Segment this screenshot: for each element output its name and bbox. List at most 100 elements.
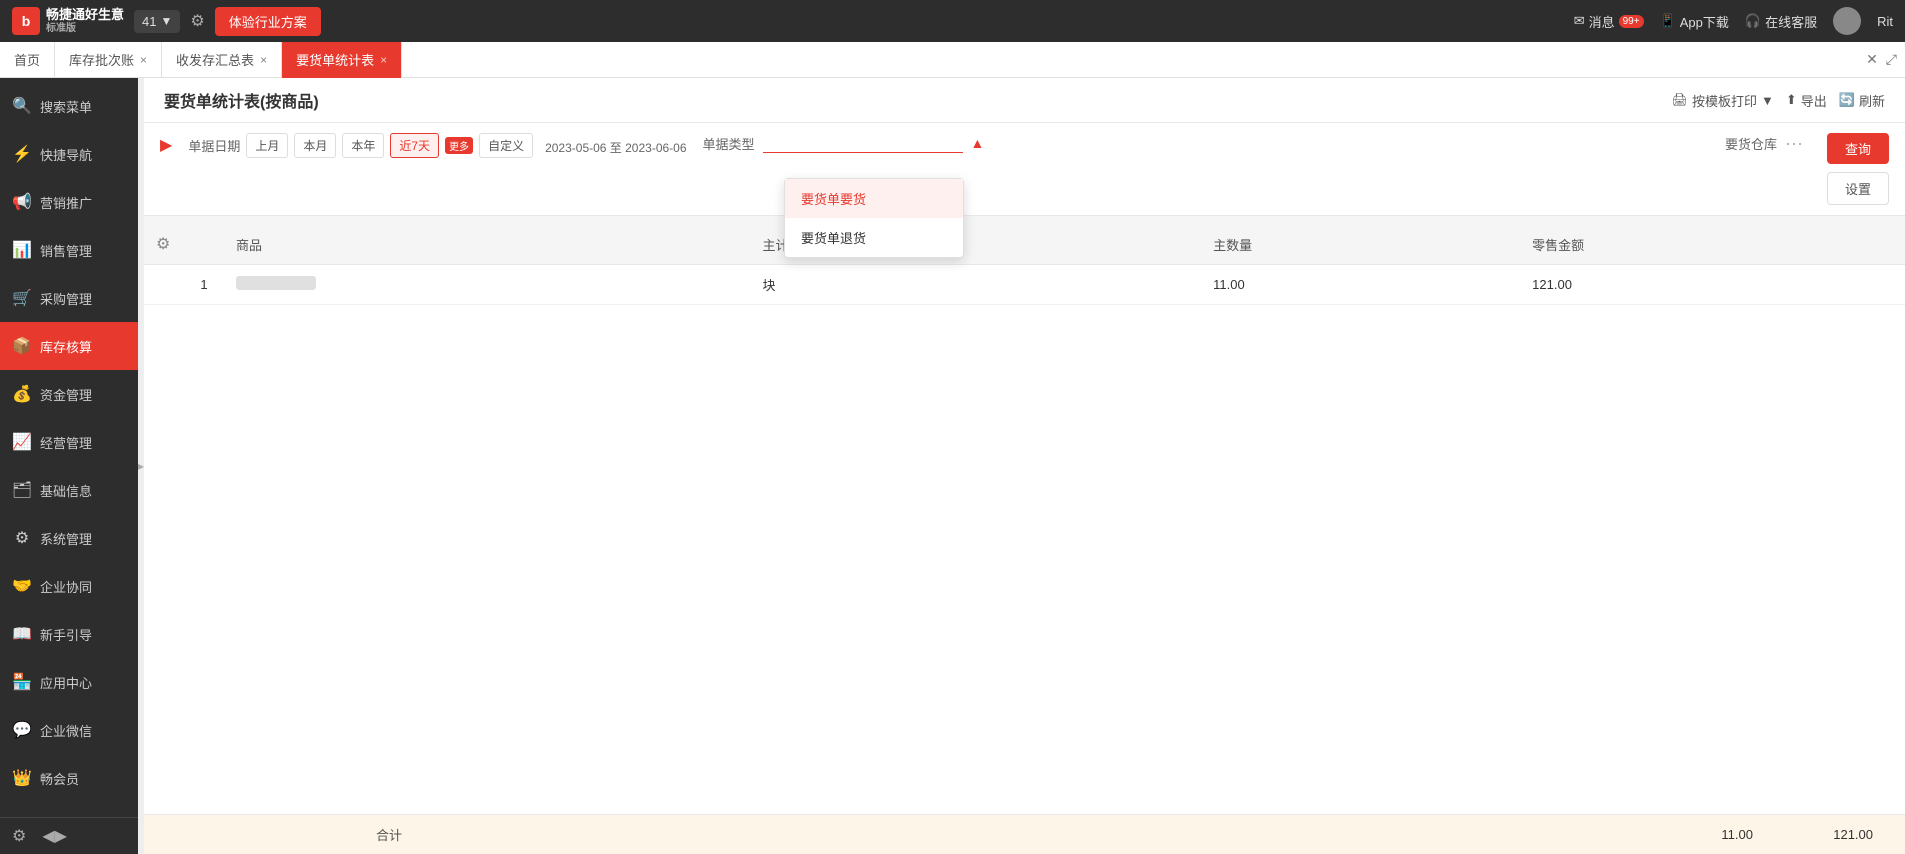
messages-item[interactable]: ✉ 消息 99+	[1574, 12, 1644, 31]
dropdown-item-return-label: 要货单退货	[801, 231, 866, 246]
vip-icon: 👑	[12, 768, 32, 788]
chevron-down-icon: ▼	[160, 14, 172, 28]
sidebar-item-collab-label: 企业协同	[40, 577, 92, 596]
date-btn-last-month[interactable]: 上月	[246, 133, 288, 158]
sidebar-item-marketing-label: 营销推广	[40, 193, 92, 212]
sidebar-item-inventory-label: 库存核算	[40, 337, 92, 356]
sidebar-item-wechat[interactable]: 💬 企业微信	[0, 706, 138, 754]
settings-icon[interactable]: ⚙	[190, 11, 204, 31]
tab-summary[interactable]: 收发存汇总表 ×	[162, 42, 282, 78]
sidebar-item-search[interactable]: 🔍 搜索菜单	[0, 82, 138, 130]
sidebar-item-operations[interactable]: 📈 经营管理	[0, 418, 138, 466]
filter-expand-button[interactable]: ▶	[160, 135, 172, 155]
table-body: 1 块 11.00 121.00	[144, 265, 1905, 305]
sidebar-item-vip[interactable]: 👑 畅会员	[0, 754, 138, 802]
refresh-label: 刷新	[1859, 91, 1885, 110]
export-icon: ⬆	[1786, 92, 1797, 108]
logo-area: b 畅捷通好生意 标准版	[12, 7, 124, 35]
appstore-icon: 🏪	[12, 672, 32, 692]
table-footer: 合计 11.00 121.00	[144, 814, 1905, 854]
goods-placeholder	[236, 276, 316, 290]
row-unit: 块	[751, 265, 1202, 305]
sidebar-item-finance[interactable]: 💰 资金管理	[0, 370, 138, 418]
trial-button[interactable]: 体验行业方案	[215, 7, 321, 36]
app-title: 畅捷通好生意	[46, 7, 124, 23]
messages-badge: 99+	[1619, 15, 1644, 28]
sidebar-item-appstore[interactable]: 🏪 应用中心	[0, 658, 138, 706]
query-button[interactable]: 查询	[1827, 133, 1889, 164]
sidebar-item-wechat-label: 企业微信	[40, 721, 92, 740]
date-btn-this-year[interactable]: 本年	[342, 133, 384, 158]
tab-close-inventory-batch[interactable]: ×	[140, 53, 147, 67]
date-btn-custom[interactable]: 自定义	[479, 133, 533, 158]
sidebar-collapse-icon[interactable]: ◀▶	[42, 826, 67, 846]
wechat-icon: 💬	[12, 720, 32, 740]
sidebar-item-sales[interactable]: 📊 销售管理	[0, 226, 138, 274]
type-chevron-up-icon[interactable]: ▲	[971, 135, 985, 151]
tab-close-order-stats[interactable]: ×	[380, 53, 387, 67]
inventory-icon: 📦	[12, 336, 32, 356]
sidebar-item-quicknav[interactable]: ⚡ 快捷导航	[0, 130, 138, 178]
footer-amount-total: 121.00	[1813, 827, 1893, 842]
tab-home-label: 首页	[14, 50, 40, 69]
sidebar-settings-icon[interactable]: ⚙	[12, 826, 26, 846]
dropdown-item-return[interactable]: 要货单退货	[785, 218, 963, 257]
main-layout: 🔍 搜索菜单 ⚡ 快捷导航 📢 营销推广 📊 销售管理 🛒 采购管理	[0, 78, 1905, 854]
tab-home[interactable]: 首页	[0, 42, 55, 78]
dropdown-item-order[interactable]: 要货单要货	[785, 179, 963, 218]
tab-controls: ✕ ⤢	[1866, 51, 1905, 68]
online-service-label: 在线客服	[1765, 12, 1817, 31]
date-range-text: 2023-05-06 至 2023-06-06	[545, 139, 686, 156]
sidebar-item-marketing[interactable]: 📢 营销推广	[0, 178, 138, 226]
sidebar-item-basic-info-label: 基础信息	[40, 481, 92, 500]
tab-inventory-batch[interactable]: 库存批次账 ×	[55, 42, 162, 78]
app-download-label: App下载	[1680, 12, 1729, 31]
col-settings-icon[interactable]: ⚙	[156, 236, 170, 253]
tab-expand-icon[interactable]: ⤢	[1886, 51, 1897, 68]
sidebar-item-sales-label: 销售管理	[40, 241, 92, 260]
tab-inventory-batch-label: 库存批次账	[69, 50, 134, 69]
refresh-button[interactable]: 🔄 刷新	[1839, 91, 1885, 110]
dropdown-item-order-label: 要货单要货	[801, 192, 866, 207]
logo-icon: b	[12, 7, 40, 35]
store-selector[interactable]: 41 ▼	[134, 10, 180, 33]
print-button[interactable]: 🖨 按模板打印 ▼	[1671, 91, 1773, 110]
operations-icon: 📈	[12, 432, 32, 452]
date-filter-label: 单据日期	[188, 136, 240, 155]
avatar[interactable]	[1833, 7, 1861, 35]
col-goods: 商品	[224, 224, 751, 265]
sidebar-item-basic-info[interactable]: 🗂 基础信息	[0, 466, 138, 514]
app-download-item[interactable]: 📱 App下载	[1660, 12, 1729, 31]
sidebar-item-guide[interactable]: 📖 新手引导	[0, 610, 138, 658]
online-service-item[interactable]: 🎧 在线客服	[1745, 12, 1817, 31]
row-settings	[144, 265, 184, 305]
sidebar-wrapper: 🔍 搜索菜单 ⚡ 快捷导航 📢 营销推广 📊 销售管理 🛒 采购管理	[0, 78, 144, 854]
tab-close-all-icon[interactable]: ✕	[1866, 51, 1878, 68]
header-left: b 畅捷通好生意 标准版 41 ▼ ⚙ 体验行业方案	[12, 7, 321, 36]
sidebar-item-collab[interactable]: 🤝 企业协同	[0, 562, 138, 610]
col-index	[184, 224, 224, 265]
sidebar-item-guide-label: 新手引导	[40, 625, 92, 644]
date-btn-this-month[interactable]: 本月	[294, 133, 336, 158]
sidebar-item-purchase[interactable]: 🛒 采购管理	[0, 274, 138, 322]
page-actions: 🖨 按模板打印 ▼ ⬆ 导出 🔄 刷新	[1671, 91, 1885, 110]
date-btn-7days[interactable]: 近7天	[390, 133, 439, 158]
col-goods-label: 商品	[236, 238, 262, 253]
warehouse-more-icon[interactable]: ···	[1785, 133, 1803, 154]
type-filter-input[interactable]	[763, 133, 963, 153]
tab-close-summary[interactable]: ×	[260, 53, 267, 67]
print-label: 按模板打印	[1692, 91, 1757, 110]
sidebar-item-system-label: 系统管理	[40, 529, 92, 548]
sidebar-item-inventory[interactable]: 📦 库存核算	[0, 322, 138, 370]
warehouse-label: 要货仓库	[1725, 134, 1777, 153]
action-buttons: 查询 设置	[1827, 133, 1889, 205]
system-icon: ⚙	[12, 528, 32, 548]
sidebar-item-system[interactable]: ⚙ 系统管理	[0, 514, 138, 562]
export-button[interactable]: ⬆ 导出	[1786, 91, 1827, 110]
export-label: 导出	[1801, 91, 1827, 110]
more-dates-badge[interactable]: 更多	[445, 137, 473, 154]
tab-order-stats[interactable]: 要货单统计表 ×	[282, 42, 402, 78]
filter-settings-button[interactable]: 设置	[1827, 172, 1889, 205]
page-title: 要货单统计表(按商品)	[164, 88, 319, 112]
row-quantity: 11.00	[1201, 265, 1520, 305]
